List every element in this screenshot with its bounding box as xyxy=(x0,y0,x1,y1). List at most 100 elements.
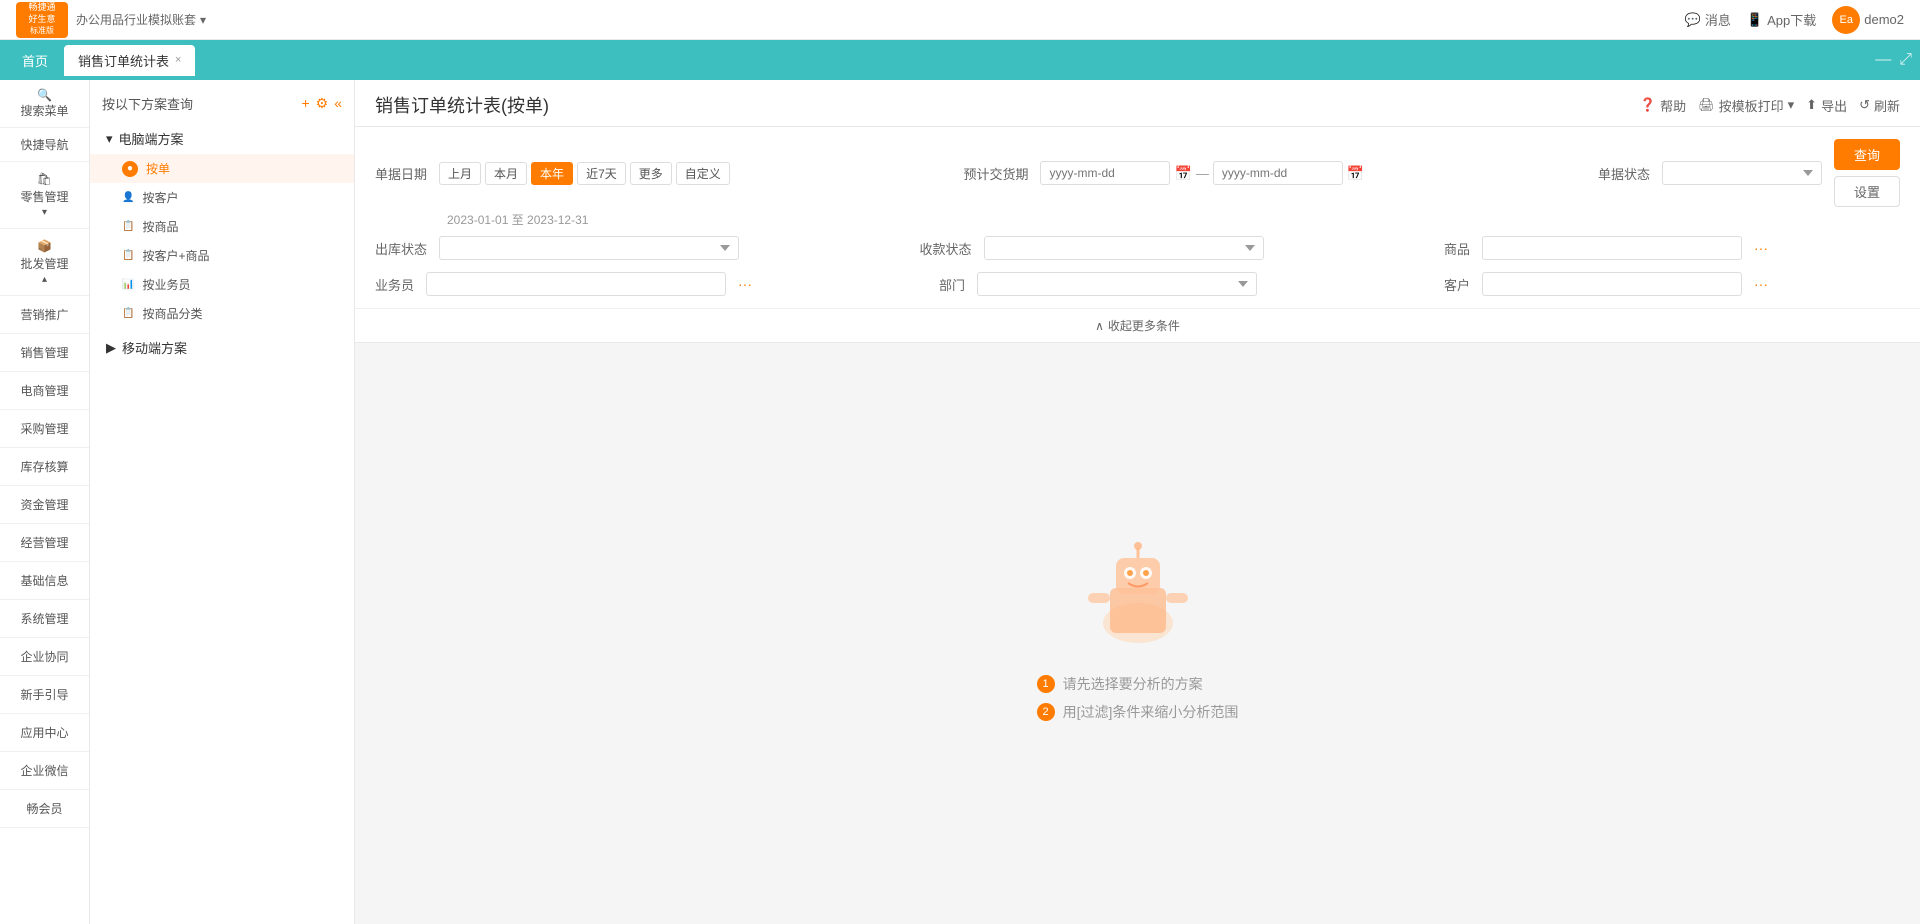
tab-home-label: 首页 xyxy=(22,51,48,70)
expected-date-start[interactable] xyxy=(1040,161,1170,185)
filter-row-1: 单据日期 上月 本月 本年 近7天 更多 自定义 预计交货期 xyxy=(375,139,1900,207)
hint-num-2: 2 xyxy=(1037,703,1055,721)
sidebar-marketing-label: 营销推广 xyxy=(20,306,68,323)
expand-window-btn[interactable]: ⤢ xyxy=(1899,51,1912,69)
sidebar-item-member[interactable]: 畅会员 xyxy=(0,790,89,828)
sidebar-item-corpwechat[interactable]: 企业微信 xyxy=(0,752,89,790)
mobile-group-label: 移动端方案 xyxy=(122,338,187,357)
page-header-actions: ❓ 帮助 🖨 按模板打印 ▾ ⬆ 导出 ↺ 刷新 xyxy=(1640,96,1900,115)
content-body: 1 请先选择要分析的方案 2 用[过滤]条件来缩小分析范围 xyxy=(355,343,1920,924)
calendar-icon-start[interactable]: 📅 xyxy=(1174,165,1191,182)
collapse-label: 收起更多条件 xyxy=(1108,317,1180,334)
sidebar-item-ecommerce[interactable]: 电商管理 xyxy=(0,372,89,410)
right-main: 销售订单统计表(按单) ❓ 帮助 🖨 按模板打印 ▾ ⬆ 导出 xyxy=(355,80,1920,924)
expected-date-end[interactable] xyxy=(1213,161,1343,185)
filter-section-inner: 单据日期 上月 本月 本年 近7天 更多 自定义 预计交货期 xyxy=(355,127,1920,296)
scheme-by-customer-label: 按客户 xyxy=(142,189,178,206)
scheme-by-salesperson[interactable]: 📊 按业务员 xyxy=(90,270,354,299)
collapse-arrow-icon: ∧ xyxy=(1095,319,1104,333)
sidebar-sales-label: 销售管理 xyxy=(20,344,68,361)
scheme-by-customer-product[interactable]: 📋 按客户+商品 xyxy=(90,241,354,270)
help-btn[interactable]: ❓ 帮助 xyxy=(1640,96,1686,115)
sidebar-item-marketing[interactable]: 营销推广 xyxy=(0,296,89,334)
delivery-status-select[interactable] xyxy=(439,236,739,260)
last-month-btn[interactable]: 上月 xyxy=(439,162,481,185)
hint-text-1: 请先选择要分析的方案 xyxy=(1063,674,1203,694)
filter-row-2: 出库状态 收款状态 商品 ··· xyxy=(375,236,1900,260)
filter-collapse-btn[interactable]: ∧ 收起更多条件 xyxy=(355,308,1920,342)
customer-more-dots[interactable]: ··· xyxy=(1754,276,1768,292)
department-select[interactable] xyxy=(977,272,1257,296)
scheme-by-category-label: 按商品分类 xyxy=(142,305,202,322)
scheme-tree: ▾ 电脑端方案 ● 按单 👤 按客户 📋 按商品 xyxy=(90,119,354,371)
scheme-group-mobile-header[interactable]: ▶ 移动端方案 xyxy=(90,332,354,363)
sidebar-item-enterprise[interactable]: 企业协同 xyxy=(0,638,89,676)
sidebar-item-inventory[interactable]: 库存核算 xyxy=(0,448,89,486)
customer-label: 客户 xyxy=(1444,275,1470,294)
this-month-btn[interactable]: 本月 xyxy=(485,162,527,185)
scheme-by-customer[interactable]: 👤 按客户 xyxy=(90,183,354,212)
sidebar-item-newbie[interactable]: 新手引导 xyxy=(0,676,89,714)
messages-btn[interactable]: 💬 消息 xyxy=(1685,10,1731,29)
delivery-status-label: 出库状态 xyxy=(375,239,427,258)
salesperson-input[interactable] xyxy=(426,272,726,296)
customer-product-icon: 📋 xyxy=(122,250,134,261)
export-icon: ⬆ xyxy=(1806,97,1817,113)
panel-collapse-btn[interactable]: « xyxy=(334,95,342,112)
sidebar-item-basic[interactable]: 基础信息 xyxy=(0,562,89,600)
message-icon: 💬 xyxy=(1685,12,1701,28)
topbar-left: 畅捷通好生意标准版 办公用品行业模拟账套 ▾ xyxy=(16,2,206,38)
more-btn[interactable]: 更多 xyxy=(630,162,672,185)
sidebar-item-appcenter[interactable]: 应用中心 xyxy=(0,714,89,752)
user-profile-btn[interactable]: Ea demo2 xyxy=(1832,6,1904,34)
sidebar-item-system[interactable]: 系统管理 xyxy=(0,600,89,638)
calendar-icon-end[interactable]: 📅 xyxy=(1347,165,1364,182)
scheme-by-product[interactable]: 📋 按商品 xyxy=(90,212,354,241)
sidebar-item-operation[interactable]: 经营管理 xyxy=(0,524,89,562)
tab-bar-right: — ⤢ xyxy=(1875,51,1912,69)
sidebar-item-shortcut[interactable]: 快捷导航 xyxy=(0,128,89,162)
left-panel-actions: + ⚙ « xyxy=(301,95,342,112)
date-shortcuts: 上月 本月 本年 近7天 更多 自定义 xyxy=(439,162,730,185)
this-year-btn[interactable]: 本年 xyxy=(531,162,573,185)
goods-more-dots[interactable]: ··· xyxy=(1754,240,1768,256)
tab-sales-order[interactable]: 销售订单统计表 × xyxy=(64,45,195,76)
sidebar-item-finance[interactable]: 资金管理 xyxy=(0,486,89,524)
sidebar-item-wholesale[interactable]: 📦 批发管理 ▴ xyxy=(0,229,89,296)
export-btn[interactable]: ⬆ 导出 xyxy=(1806,96,1847,115)
sidebar-item-sales[interactable]: 销售管理 xyxy=(0,334,89,372)
mobile-group-arrow: ▶ xyxy=(106,340,116,356)
sidebar-wholesale-label: 批发管理 xyxy=(20,255,68,272)
goods-input[interactable] xyxy=(1482,236,1742,260)
hint-text-2: 用[过滤]条件来缩小分析范围 xyxy=(1063,702,1239,722)
breadcrumb[interactable]: 办公用品行业模拟账套 ▾ xyxy=(76,11,206,28)
minimize-window-btn[interactable]: — xyxy=(1875,51,1891,69)
receipt-status-select[interactable] xyxy=(984,236,1264,260)
tab-home[interactable]: 首页 xyxy=(8,45,62,76)
sidebar-search-item[interactable]: 🔍 搜索菜单 xyxy=(0,80,89,128)
tab-close-icon[interactable]: × xyxy=(175,54,181,66)
sidebar-item-purchase[interactable]: 采购管理 xyxy=(0,410,89,448)
settings-button[interactable]: 设置 xyxy=(1834,176,1900,207)
sidebar-system-label: 系统管理 xyxy=(20,610,68,627)
scheme-group-pc-header[interactable]: ▾ 电脑端方案 xyxy=(90,123,354,154)
last7-btn[interactable]: 近7天 xyxy=(577,162,626,185)
scheme-settings-btn[interactable]: ⚙ xyxy=(316,95,329,112)
salesperson-more-dots[interactable]: ··· xyxy=(738,276,752,292)
query-button[interactable]: 查询 xyxy=(1834,139,1900,170)
app-download-btn[interactable]: 📱 App下载 xyxy=(1747,10,1816,29)
scheme-by-order[interactable]: ● 按单 xyxy=(90,154,354,183)
add-scheme-btn[interactable]: + xyxy=(301,95,309,112)
scheme-by-category[interactable]: 📋 按商品分类 xyxy=(90,299,354,328)
logo-text: 畅捷通好生意标准版 xyxy=(28,2,55,37)
custom-btn[interactable]: 自定义 xyxy=(676,162,730,185)
single-status-select[interactable] xyxy=(1662,161,1822,185)
sidebar-item-retail[interactable]: 🛍 零售管理 ▾ xyxy=(0,162,89,229)
refresh-btn[interactable]: ↺ 刷新 xyxy=(1859,96,1900,115)
sidebar-enterprise-label: 企业协同 xyxy=(20,648,68,665)
template-print-btn[interactable]: 🖨 按模板打印 ▾ xyxy=(1698,96,1794,115)
sidebar-operation-label: 经营管理 xyxy=(20,534,68,551)
sidebar-corpwechat-label: 企业微信 xyxy=(20,762,68,779)
single-date-label: 单据日期 xyxy=(375,164,427,183)
customer-input[interactable] xyxy=(1482,272,1742,296)
